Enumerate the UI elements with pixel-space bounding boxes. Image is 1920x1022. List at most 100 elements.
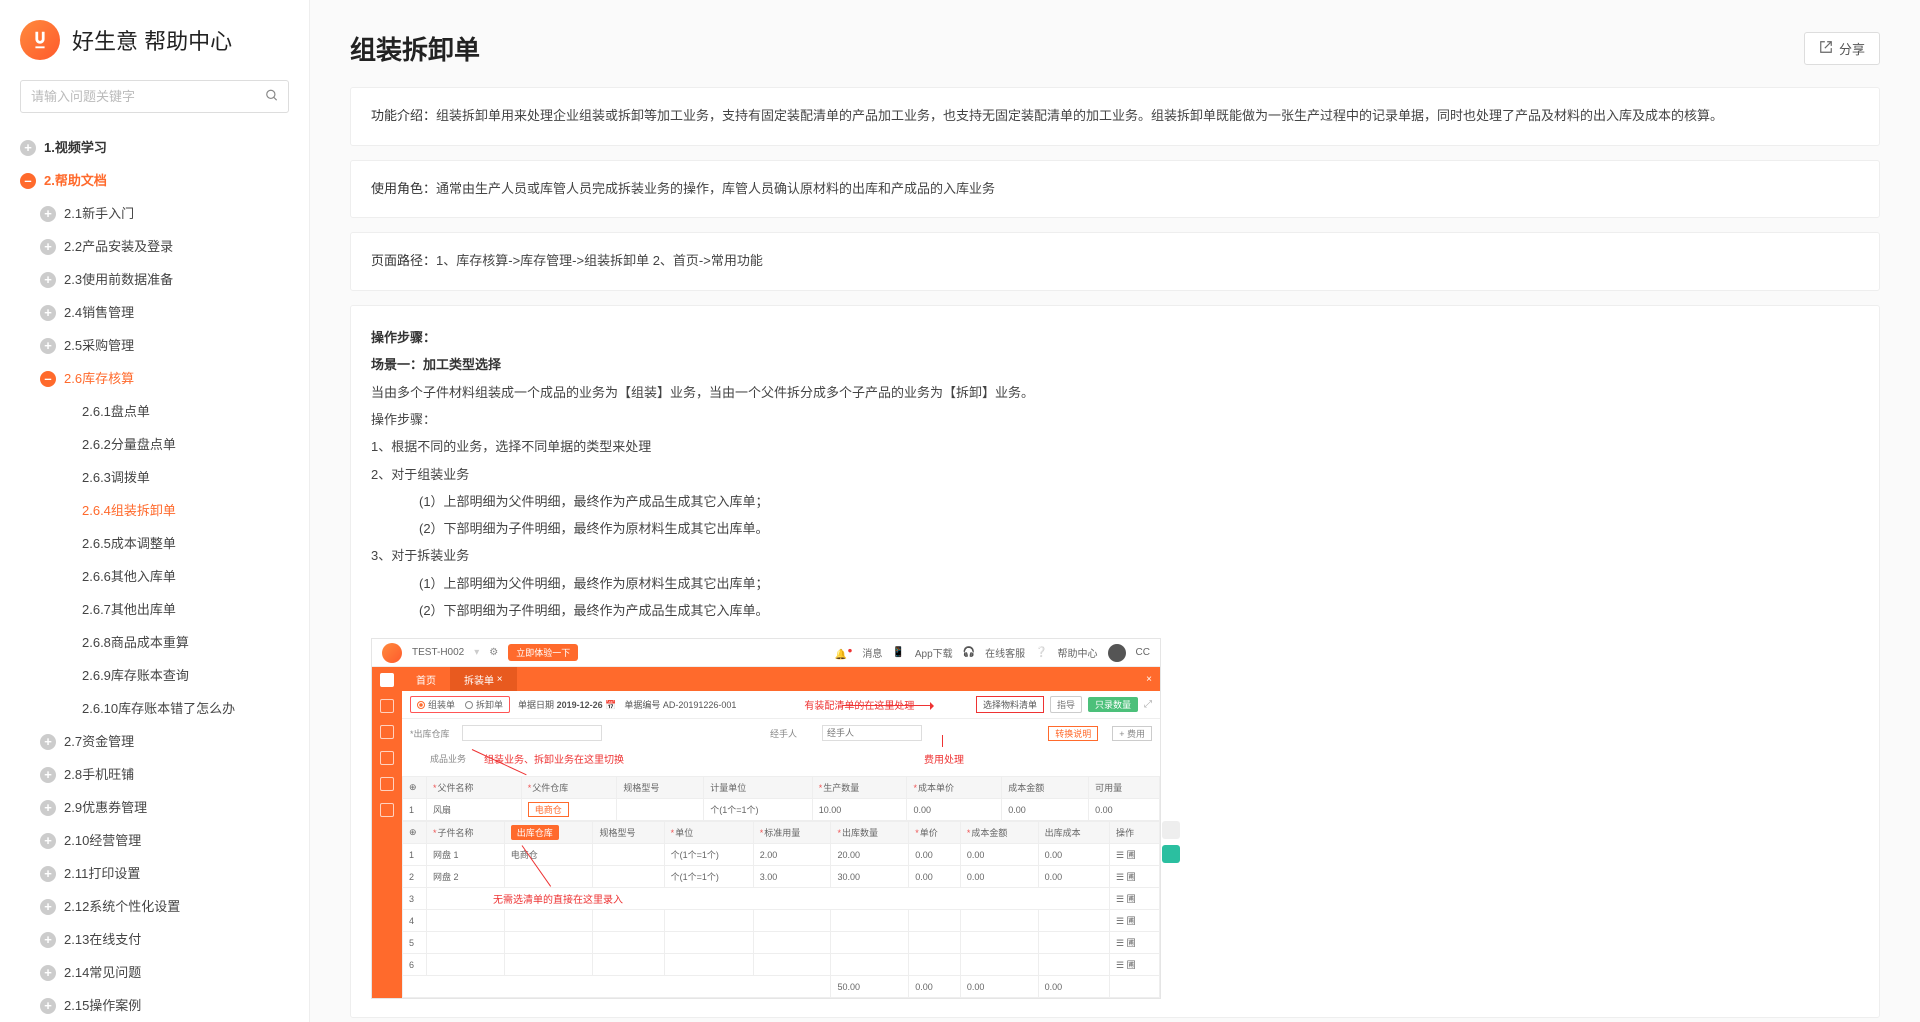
- mock-memo-box: 转换说明: [1048, 726, 1098, 741]
- main-content: 组装拆卸单 分享 功能介绍：组装拆卸单用来处理企业组装或拆卸等加工业务，支持有固…: [310, 0, 1920, 1022]
- nav-docs[interactable]: –2.帮助文档 +2.1新手入门 +2.2产品安装及登录 +2.3使用前数据准备…: [20, 164, 289, 1022]
- mock-tab-home: 首页: [402, 667, 450, 691]
- nav-2-2[interactable]: +2.2产品安装及登录: [20, 230, 289, 263]
- mock-trial-button: 立即体验一下: [508, 644, 578, 661]
- mock-side-tools: [1162, 821, 1180, 863]
- expand-icon: +: [40, 338, 56, 354]
- anno-switch: 组装业务、拆卸业务在这里切换: [484, 751, 624, 766]
- intro-text: 组装拆卸单用来处理企业组装或拆卸等加工业务，支持有固定装配清单的产品加工业务，也…: [436, 108, 1723, 123]
- nav-2-6-4[interactable]: 2.6.4组装拆卸单: [20, 494, 289, 527]
- nav-2-4[interactable]: +2.4销售管理: [20, 296, 289, 329]
- step-1: 1、根据不同的业务，选择不同单据的类型来处理: [371, 433, 1859, 460]
- nav-2-6-2[interactable]: 2.6.2分量盘点单: [20, 428, 289, 461]
- home-icon: [380, 673, 394, 687]
- nav-2-1[interactable]: +2.1新手入门: [20, 197, 289, 230]
- scene1-desc: 当由多个子件材料组装成一个成品的业务为【组装】业务，当由一个父件拆分成多个子产品…: [371, 379, 1859, 406]
- expand-icon: +: [40, 800, 56, 816]
- table-row: 6☰ 圃: [403, 954, 1160, 976]
- mock-select-bom: 选择物料清单: [976, 696, 1044, 713]
- nav-2-15[interactable]: +2.15操作案例: [20, 989, 289, 1022]
- page-title: 组装拆卸单: [350, 30, 480, 67]
- nav-2-6-8[interactable]: 2.6.8商品成本重算: [20, 626, 289, 659]
- steps-heading2: 操作步骤：: [371, 406, 1859, 433]
- radio-on-icon: [417, 701, 425, 709]
- radio-off-icon: [465, 701, 473, 709]
- menu-icon: [380, 699, 394, 713]
- step-2: 2、对于组装业务: [371, 461, 1859, 488]
- nav-2-12[interactable]: +2.12系统个性化设置: [20, 890, 289, 923]
- nav-2-8[interactable]: +2.8手机旺铺: [20, 758, 289, 791]
- steps-card: 操作步骤： 场景一：加工类型选择 当由多个子件材料组装成一个成品的业务为【组装】…: [350, 305, 1880, 1018]
- table-footer: 50.000.000.000.00: [403, 976, 1160, 998]
- share-button[interactable]: 分享: [1804, 32, 1880, 65]
- expand-icon: +: [40, 272, 56, 288]
- mock-parent-table: ⊕ 父件名称 父件仓库 规格型号 计量单位 生产数量 成本单价 成本金额 可用量: [402, 776, 1160, 821]
- mock-outwh-label: *出库仓库: [410, 727, 454, 740]
- role-text: 通常由生产人员或库管人员完成拆装业务的操作，库管人员确认原材料的出库和产成品的入…: [436, 181, 995, 196]
- nav-2-14[interactable]: +2.14常见问题: [20, 956, 289, 989]
- search-icon: [265, 88, 279, 105]
- expand-icon: +: [40, 833, 56, 849]
- anno-fee: 费用处理: [924, 751, 964, 766]
- collapse-icon: –: [40, 371, 56, 387]
- nav-2-6-5[interactable]: 2.6.5成本调整单: [20, 527, 289, 560]
- nav-2-7[interactable]: +2.7资金管理: [20, 725, 289, 758]
- mock-child-table: ⊕ 子件名称 出库仓库 规格型号 单位 标准用量 出库数量 单价 成本金额 出库…: [402, 821, 1160, 998]
- table-row: 1网盘 1电商仓个(1个=1个)2.0020.000.000.000.00☰ 圃: [403, 844, 1160, 866]
- settings-icon: ⚙: [489, 647, 498, 658]
- expand-icon: +: [40, 965, 56, 981]
- intro-label: 功能介绍：: [371, 108, 436, 123]
- nav-2-11[interactable]: +2.11打印设置: [20, 857, 289, 890]
- scene1-heading: 场景一：加工类型选择: [371, 351, 1859, 378]
- nav-video[interactable]: +1.视频学习: [20, 131, 289, 164]
- share-label: 分享: [1839, 39, 1865, 58]
- tool-icon: [1162, 821, 1180, 839]
- nav-tree: +1.视频学习 –2.帮助文档 +2.1新手入门 +2.2产品安装及登录 +2.…: [20, 131, 289, 1022]
- expand-icon: +: [40, 239, 56, 255]
- mock-username: CC: [1136, 647, 1150, 658]
- menu-icon: [380, 751, 394, 765]
- nav-2-10[interactable]: +2.10经营管理: [20, 824, 289, 857]
- expand-icon: +: [40, 734, 56, 750]
- share-icon: [1819, 40, 1833, 57]
- avatar-icon: [1108, 644, 1126, 662]
- nav-2-6-1[interactable]: 2.6.1盘点单: [20, 395, 289, 428]
- table-row: 4☰ 圃: [403, 910, 1160, 932]
- nav-2-6-7[interactable]: 2.6.7其他出库单: [20, 593, 289, 626]
- role-label: 使用角色：: [371, 181, 436, 196]
- search-input[interactable]: [20, 80, 289, 113]
- menu-icon: [380, 803, 394, 817]
- nav-2-6-6[interactable]: 2.6.6其他入库单: [20, 560, 289, 593]
- table-row: 3无需选清单的直接在这里录入☰ 圃: [403, 888, 1160, 910]
- expand-icon: +: [40, 305, 56, 321]
- nav-2-6[interactable]: –2.6库存核算 2.6.1盘点单 2.6.2分量盘点单 2.6.3调拨单 2.…: [20, 362, 289, 725]
- brand-title: 好生意 帮助中心: [72, 24, 232, 56]
- headset-icon: 🎧: [963, 647, 975, 658]
- mock-worker-label: 经手人: [770, 727, 814, 740]
- mock-sidebar: [372, 667, 402, 998]
- mock-topbar: TEST-H002 ▾ ⚙ 立即体验一下 🔔● 消息 📱App下载 🎧在线客服 …: [372, 639, 1160, 667]
- nav-2-9[interactable]: +2.9优惠券管理: [20, 791, 289, 824]
- mock-inbiz-label: 成品业务: [430, 752, 466, 765]
- search-box[interactable]: [20, 80, 289, 113]
- expand-icon: +: [40, 899, 56, 915]
- mock-testid: TEST-H002: [412, 647, 464, 658]
- step-2-1: (1）上部明细为父件明细，最终作为产成品生成其它入库单；: [371, 488, 1859, 515]
- nav-2-13[interactable]: +2.13在线支付: [20, 923, 289, 956]
- mock-tab-doc: 拆装单 ×: [450, 667, 517, 691]
- nav-2-6-9[interactable]: 2.6.9库存账本查询: [20, 659, 289, 692]
- nav-2-6-10[interactable]: 2.6.10库存账本错了怎么办: [20, 692, 289, 725]
- step-3: 3、对于拆装业务: [371, 542, 1859, 569]
- nav-2-6-3[interactable]: 2.6.3调拨单: [20, 461, 289, 494]
- menu-icon: [380, 777, 394, 791]
- mock-type-radio: 组装单 拆卸单: [410, 696, 510, 713]
- table-row: 1 风扇 电商仓 个(1个=1个) 10.00 0.00 0.00 0.00: [403, 799, 1160, 821]
- expand-icon: +: [40, 206, 56, 222]
- sidebar: 好生意 帮助中心 +1.视频学习 –2.帮助文档 +2.1新手入门 +2.2产品…: [0, 0, 310, 1022]
- nav-2-5[interactable]: +2.5采购管理: [20, 329, 289, 362]
- expand-icon: +: [40, 866, 56, 882]
- steps-heading: 操作步骤：: [371, 324, 1859, 351]
- tool-icon: [1162, 845, 1180, 863]
- embedded-screenshot: TEST-H002 ▾ ⚙ 立即体验一下 🔔● 消息 📱App下载 🎧在线客服 …: [371, 638, 1161, 999]
- nav-2-3[interactable]: +2.3使用前数据准备: [20, 263, 289, 296]
